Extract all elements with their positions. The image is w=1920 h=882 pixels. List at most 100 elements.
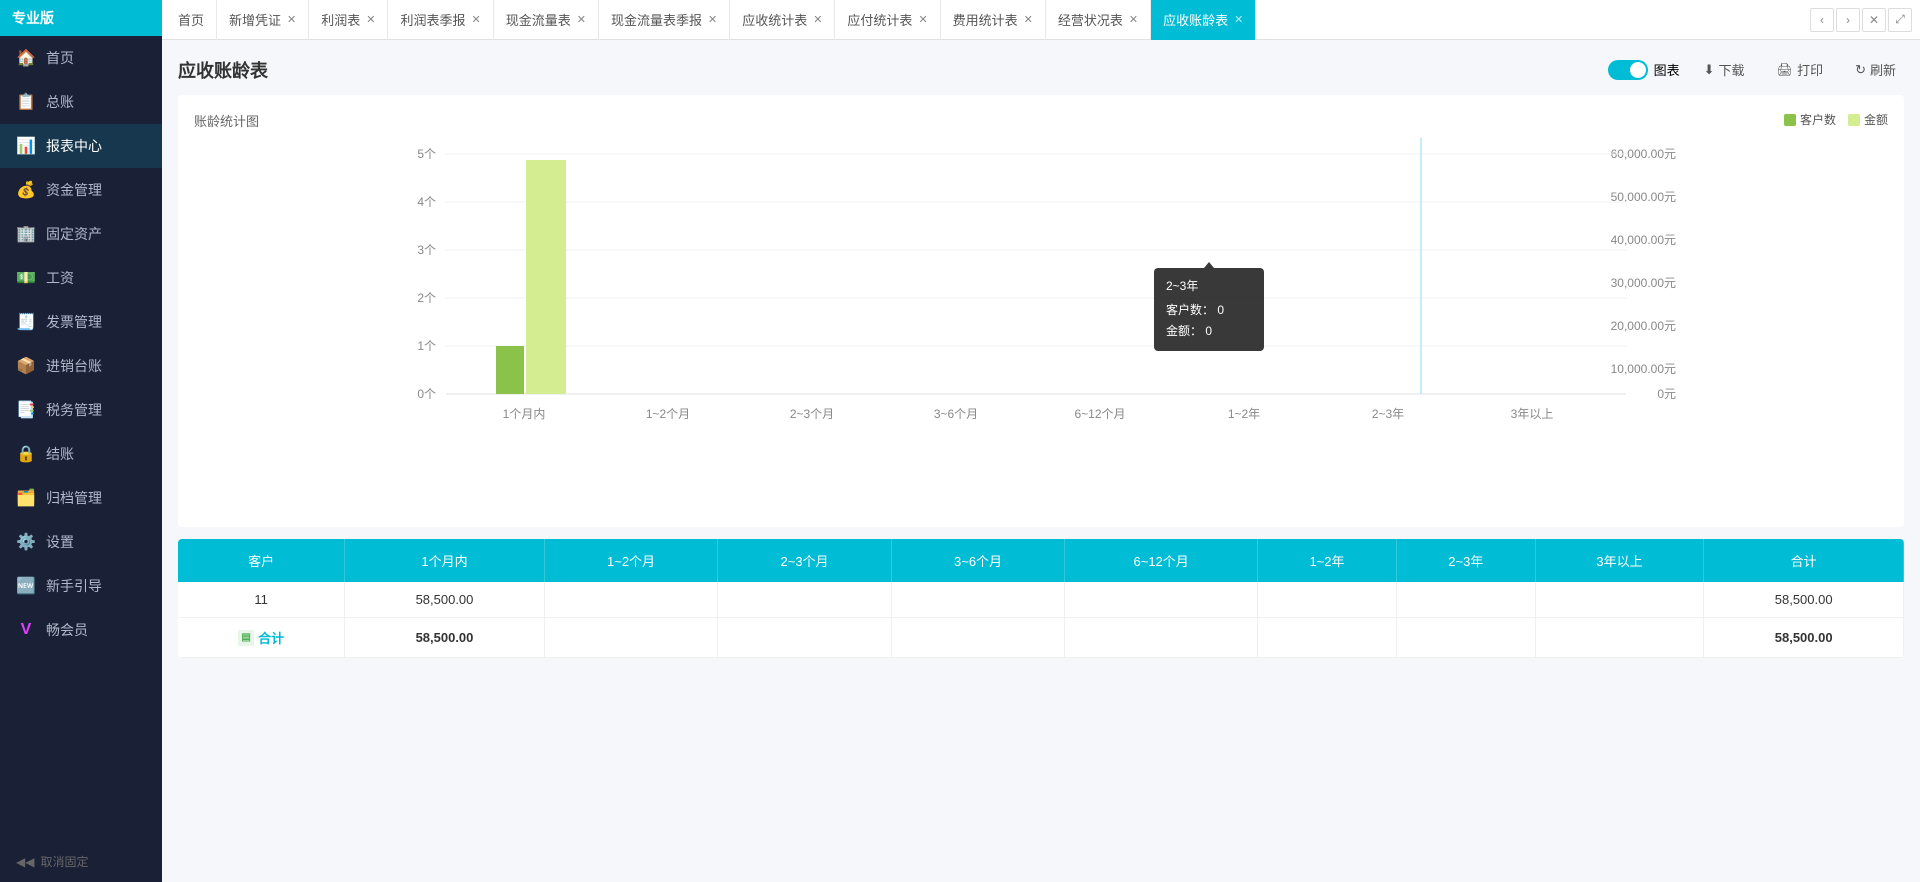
page-title: 应收账龄表 [178, 57, 268, 83]
cell-total-y3p [1535, 618, 1704, 658]
tab-prev-btn[interactable]: ‹ [1810, 8, 1834, 32]
print-btn[interactable]: 🖨 打印 [1769, 56, 1832, 83]
sidebar-item-settings[interactable]: ⚙️ 设置 [0, 520, 162, 564]
print-icon: 🖨 [1777, 62, 1794, 78]
close-icon[interactable]: ✕ [813, 13, 822, 26]
chart-legend: 客户数 金额 [1784, 111, 1888, 128]
col-customer: 客户 [178, 539, 345, 582]
sidebar-item-label: 发票管理 [46, 312, 102, 332]
svg-text:3个: 3个 [417, 243, 436, 257]
refresh-btn[interactable]: ↻ 刷新 [1847, 56, 1904, 83]
tab-operation[interactable]: 经营状况表 ✕ [1046, 0, 1151, 40]
sidebar-item-closing[interactable]: 🔒 结账 [0, 432, 162, 476]
cell-m1: 58,500.00 [345, 582, 545, 618]
tab-payable[interactable]: 应付统计表 ✕ [835, 0, 940, 40]
cell-total-y12 [1258, 618, 1397, 658]
svg-text:0个: 0个 [417, 387, 436, 401]
collapse-sidebar-btn[interactable]: ◀◀ 取消固定 [0, 841, 162, 882]
svg-text:1个: 1个 [417, 339, 436, 353]
close-icon[interactable]: ✕ [708, 13, 717, 26]
tab-profit[interactable]: 利润表 ✕ [309, 0, 388, 40]
sidebar-item-ledger[interactable]: 📋 总账 [0, 80, 162, 124]
tab-expense[interactable]: 费用统计表 ✕ [941, 0, 1046, 40]
sidebar-item-label: 工资 [46, 268, 74, 288]
tab-cashflow-season[interactable]: 现金流量表季报 ✕ [599, 0, 730, 40]
close-icon[interactable]: ✕ [1024, 13, 1033, 26]
close-icon[interactable]: ✕ [1129, 13, 1138, 26]
sidebar-item-funds[interactable]: 💰 资金管理 [0, 168, 162, 212]
chart-toggle[interactable]: 图表 [1608, 60, 1680, 80]
tab-cashflow[interactable]: 现金流量表 ✕ [494, 0, 599, 40]
cell-total-label: ▤ 合计 [178, 618, 345, 658]
sidebar-item-label: 设置 [46, 532, 74, 552]
close-icon[interactable]: ✕ [1234, 13, 1243, 26]
col-y23: 2~3年 [1396, 539, 1535, 582]
sidebar-item-label: 总账 [46, 92, 74, 112]
close-icon[interactable]: ✕ [918, 13, 927, 26]
funds-icon: 💰 [16, 180, 36, 200]
download-icon: ⬇ [1704, 62, 1715, 78]
refresh-label: 刷新 [1870, 60, 1896, 79]
close-icon[interactable]: ✕ [472, 13, 481, 26]
aging-table: 客户 1个月内 1~2个月 2~3个月 3~6个月 6~12个月 1~2年 2~… [178, 539, 1904, 658]
archive-icon: 🗂️ [16, 488, 36, 508]
cell-total-m36 [891, 618, 1065, 658]
tax-icon: 📑 [16, 400, 36, 420]
sidebar-item-label: 报表中心 [46, 136, 102, 156]
table-header-row: 客户 1个月内 1~2个月 2~3个月 3~6个月 6~12个月 1~2年 2~… [178, 539, 1904, 582]
svg-text:6~12个月: 6~12个月 [1074, 407, 1125, 421]
sidebar-item-vip[interactable]: V 畅会员 [0, 608, 162, 652]
cell-total-total: 58,500.00 [1704, 618, 1904, 658]
tab-aging[interactable]: 应收账龄表 ✕ [1151, 0, 1256, 40]
sidebar-item-home[interactable]: 🏠 首页 [0, 36, 162, 80]
col-m23: 2~3个月 [718, 539, 892, 582]
table-total-row: ▤ 合计 58,500.00 58,500.00 [178, 618, 1904, 658]
tab-home[interactable]: 首页 [166, 0, 217, 40]
ledger-icon: 📋 [16, 92, 36, 112]
tab-maximize-btn[interactable]: ⤢ [1888, 8, 1912, 32]
cell-y3p [1535, 582, 1704, 618]
cell-total-m1: 58,500.00 [345, 618, 545, 658]
sidebar-item-label: 资金管理 [46, 180, 102, 200]
toggle-track[interactable] [1608, 60, 1648, 80]
sidebar-item-archive[interactable]: 🗂️ 归档管理 [0, 476, 162, 520]
sidebar-item-assets[interactable]: 🏢 固定资产 [0, 212, 162, 256]
sidebar-item-inventory[interactable]: 📦 进销台账 [0, 344, 162, 388]
download-btn[interactable]: ⬇ 下载 [1696, 56, 1753, 83]
svg-text:20,000.00元: 20,000.00元 [1611, 319, 1676, 333]
svg-text:30,000.00元: 30,000.00元 [1611, 276, 1676, 290]
chart-container: 账龄统计图 客户数 金额 5个 4个 3个 2个 1个 [178, 95, 1904, 527]
svg-text:40,000.00元: 40,000.00元 [1611, 233, 1676, 247]
toggle-thumb [1630, 62, 1646, 78]
tab-close-all-btn[interactable]: ✕ [1862, 8, 1886, 32]
sidebar-item-tax[interactable]: 📑 税务管理 [0, 388, 162, 432]
legend-amount: 金额 [1848, 111, 1888, 128]
col-total: 合计 [1704, 539, 1904, 582]
vip-icon: V [16, 621, 36, 639]
cell-total: 58,500.00 [1704, 582, 1904, 618]
cell-total-y23 [1396, 618, 1535, 658]
cell-total-m12 [544, 618, 718, 658]
col-m12: 1~2个月 [544, 539, 718, 582]
tab-next-btn[interactable]: › [1836, 8, 1860, 32]
svg-text:1个月内: 1个月内 [503, 407, 546, 421]
close-icon[interactable]: ✕ [366, 13, 375, 26]
close-icon[interactable]: ✕ [577, 13, 586, 26]
sidebar-item-invoice[interactable]: 🧾 发票管理 [0, 300, 162, 344]
legend-customer-dot [1784, 114, 1796, 126]
col-m1: 1个月内 [345, 539, 545, 582]
reports-icon: 📊 [16, 136, 36, 156]
sidebar-item-salary[interactable]: 💵 工资 [0, 256, 162, 300]
svg-text:2~3年: 2~3年 [1372, 407, 1404, 421]
inventory-icon: 📦 [16, 356, 36, 376]
sidebar-item-guide[interactable]: 🆕 新手引导 [0, 564, 162, 608]
close-icon[interactable]: ✕ [287, 13, 296, 26]
cell-total-m612 [1065, 618, 1258, 658]
sidebar-item-reports[interactable]: 📊 报表中心 [0, 124, 162, 168]
svg-text:5个: 5个 [417, 147, 436, 161]
tab-receivable[interactable]: 应收统计表 ✕ [730, 0, 835, 40]
tab-profit-season[interactable]: 利润表季报 ✕ [388, 0, 493, 40]
bar-chart: 5个 4个 3个 2个 1个 0个 60,000.00元 50,000.00元 … [194, 138, 1888, 508]
legend-customer-label: 客户数 [1800, 111, 1836, 128]
tab-voucher[interactable]: 新增凭证 ✕ [217, 0, 309, 40]
